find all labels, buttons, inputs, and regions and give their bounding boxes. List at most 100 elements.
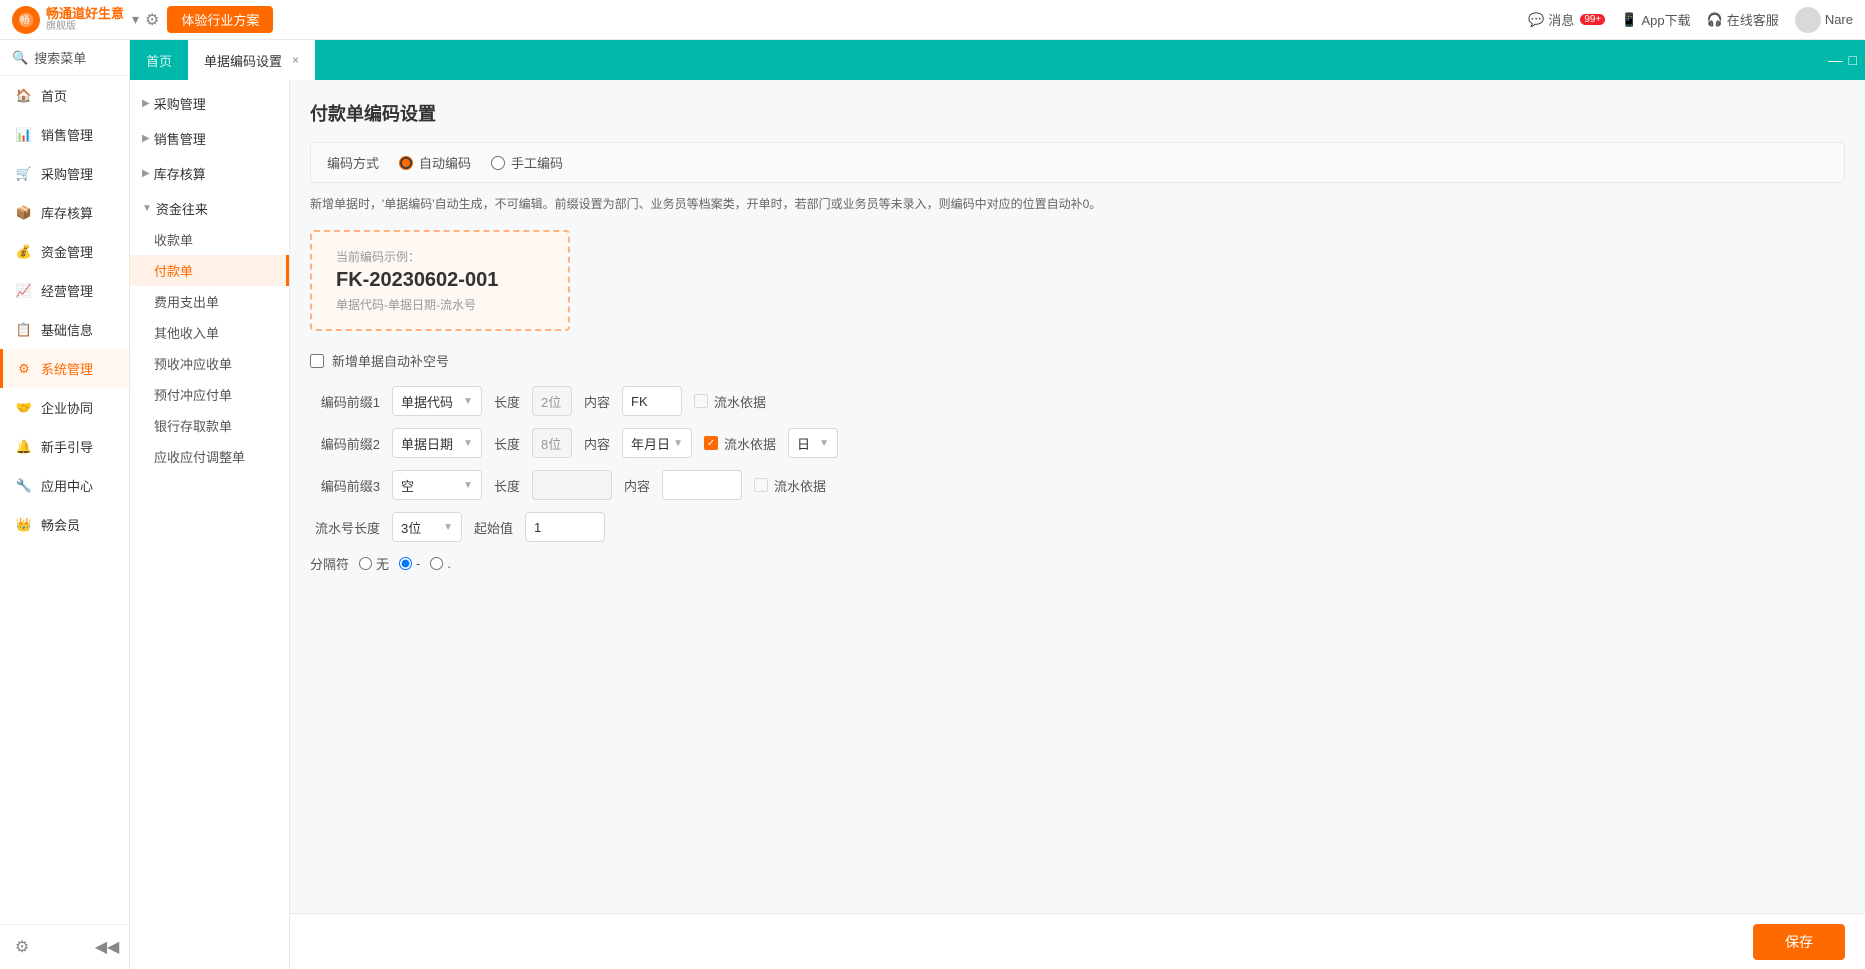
serial-length-select[interactable]: 3位 ▼	[392, 512, 462, 542]
logo: 畅 畅通道好生意 旗舰版	[12, 6, 124, 34]
prefix3-serial-checkbox[interactable]	[754, 478, 768, 492]
sep-dot-label[interactable]: .	[430, 556, 451, 571]
tab-close-icon[interactable]: ×	[292, 53, 299, 67]
messages-item[interactable]: 💬 消息 99+	[1528, 10, 1605, 29]
sep-none-label[interactable]: 无	[359, 554, 389, 573]
settings-bottom-btn[interactable]: ⚙	[8, 933, 36, 961]
auto-encode-label[interactable]: 自动编码	[399, 153, 471, 172]
sidebar-item-sales[interactable]: 📊 销售管理	[0, 115, 129, 154]
svg-text:畅: 畅	[20, 13, 30, 26]
prefix2-content-select[interactable]: 年月日 ▼	[622, 428, 692, 458]
sidebar-item-newguide[interactable]: 🔔 新手引导	[0, 427, 129, 466]
encoding-label: 编码方式	[327, 153, 379, 172]
collapse-btn[interactable]: ◀◀	[93, 933, 121, 961]
sec-item-advance-receivable[interactable]: 预收冲应收单	[130, 348, 289, 379]
enterprise-icon: 🤝	[15, 399, 33, 417]
prefix3-length-label: 长度	[494, 476, 520, 495]
arrow-purchase: ▶	[142, 98, 150, 109]
sidebar-item-member[interactable]: 👑 畅会员	[0, 505, 129, 544]
sep-dash-label[interactable]: -	[399, 556, 420, 571]
prefix2-serial-unit-select[interactable]: 日 ▼	[788, 428, 838, 458]
sec-item-advance-payable[interactable]: 预付冲应付单	[130, 379, 289, 410]
promote-button[interactable]: 体验行业方案	[167, 6, 273, 33]
prefix2-serial-checkbox[interactable]	[704, 436, 718, 450]
minimize-icon[interactable]: —	[1829, 52, 1843, 68]
prefix1-serial-checkbox[interactable]	[694, 394, 708, 408]
sec-item-other-income[interactable]: 其他收入单	[130, 317, 289, 348]
prefix2-row: 编码前缀2 单据日期 ▼ 长度 8位 内容 年月日 ▼	[310, 428, 1845, 458]
online-service-item[interactable]: 🎧 在线客服	[1707, 10, 1779, 29]
sidebar-item-finance[interactable]: 💰 资金管理	[0, 232, 129, 271]
prefix1-select[interactable]: 单据代码 ▼	[392, 386, 482, 416]
sec-item-receipt[interactable]: 收款单	[130, 224, 289, 255]
dropdown-arrow[interactable]: ▾	[132, 11, 139, 28]
page-title: 付款单编码设置	[310, 100, 1845, 126]
sec-item-ap-adjust[interactable]: 应收应付调整单	[130, 441, 289, 472]
sec-item-payment[interactable]: 付款单	[130, 255, 289, 286]
sec-group-sales: ▶ 销售管理	[130, 123, 289, 154]
tab-home[interactable]: 首页	[130, 40, 188, 80]
encoding-method: 编码方式 自动编码 手工编码	[310, 142, 1845, 183]
sec-header-sales[interactable]: ▶ 销售管理	[130, 123, 289, 154]
auto-fill-row: 新增单据自动补空号	[310, 351, 1845, 370]
sidebar-item-appcenter[interactable]: 🔧 应用中心	[0, 466, 129, 505]
prefix3-label: 编码前缀3	[310, 476, 380, 495]
inventory-icon: 📦	[15, 204, 33, 222]
sec-item-expense[interactable]: 费用支出单	[130, 286, 289, 317]
sidebar-item-inventory[interactable]: 📦 库存核算	[0, 193, 129, 232]
arrow-fund: ▼	[142, 203, 152, 214]
sidebar-item-purchase[interactable]: 🛒 采购管理	[0, 154, 129, 193]
preview-code: FK-20230602-001	[336, 269, 544, 292]
search-menu[interactable]: 🔍 搜索菜单	[0, 40, 129, 76]
sep-dash-radio[interactable]	[399, 557, 412, 570]
sep-dot-radio[interactable]	[430, 557, 443, 570]
bottom-bar: 保存	[290, 913, 1865, 969]
sec-header-purchase[interactable]: ▶ 采购管理	[130, 88, 289, 119]
prefix1-label: 编码前缀1	[310, 392, 380, 411]
basic-icon: 📋	[15, 321, 33, 339]
sidebar-item-home[interactable]: 🏠 首页	[0, 76, 129, 115]
home-icon: 🏠	[15, 87, 33, 105]
info-text: 新增单据时，'单据编码'自动生成，不可编辑。前缀设置为部门、业务员等档案类，开单…	[310, 195, 1845, 214]
sep-none-radio[interactable]	[359, 557, 372, 570]
preview-label: 当前编码示例：	[336, 248, 544, 265]
sec-header-fund[interactable]: ▼ 资金往来	[130, 193, 289, 224]
logo-text: 畅通道好生意 旗舰版	[46, 6, 124, 34]
sidebar-item-system[interactable]: ⚙ 系统管理	[0, 349, 129, 388]
sec-header-inventory[interactable]: ▶ 库存核算	[130, 158, 289, 189]
manual-encode-label[interactable]: 手工编码	[491, 153, 563, 172]
app-download-item[interactable]: 📱 App下载	[1621, 10, 1690, 29]
sec-group-inventory: ▶ 库存核算	[130, 158, 289, 189]
maximize-icon[interactable]: □	[1849, 52, 1857, 68]
sidebar-item-basic[interactable]: 📋 基础信息	[0, 310, 129, 349]
sec-item-bank-deposit[interactable]: 银行存取款单	[130, 410, 289, 441]
auto-encode-radio[interactable]	[399, 156, 413, 170]
settings-icon[interactable]: ⚙	[145, 10, 159, 30]
separator-row: 分隔符 无 - .	[310, 554, 1845, 573]
prefix2-arrow: ▼	[463, 438, 473, 449]
save-button[interactable]: 保存	[1753, 924, 1845, 960]
prefix3-row: 编码前缀3 空 ▼ 长度 内容	[310, 470, 1845, 500]
prefix2-unit-arrow: ▼	[819, 438, 829, 449]
user-item[interactable]: Nare	[1795, 7, 1853, 33]
download-icon: 📱	[1621, 12, 1637, 28]
prefix1-length-label: 长度	[494, 392, 520, 411]
main-content: 付款单编码设置 编码方式 自动编码 手工编码	[290, 80, 1865, 913]
tab-serial-setting[interactable]: 单据编码设置 ×	[188, 40, 315, 80]
prefix1-serial-check: 流水依据	[694, 392, 766, 411]
manual-encode-radio[interactable]	[491, 156, 505, 170]
message-badge: 99+	[1580, 14, 1605, 25]
sidebar-item-enterprise[interactable]: 🤝 企业协同	[0, 388, 129, 427]
prefix2-select[interactable]: 单据日期 ▼	[392, 428, 482, 458]
prefix3-select[interactable]: 空 ▼	[392, 470, 482, 500]
prefix1-length: 2位	[532, 386, 572, 416]
auto-fill-checkbox[interactable]	[310, 354, 324, 368]
sidebar-item-operation[interactable]: 📈 经营管理	[0, 271, 129, 310]
serial-length-arrow: ▼	[443, 522, 453, 533]
main-layout: 🔍 搜索菜单 🏠 首页 📊 销售管理 🛒 采购管理 📦 库存核算 💰 资金管理 …	[0, 40, 1865, 969]
logo-icon: 畅	[12, 6, 40, 34]
prefix3-arrow: ▼	[463, 480, 473, 491]
purchase-icon: 🛒	[15, 165, 33, 183]
top-bar: 畅 畅通道好生意 旗舰版 ▾ ⚙ 体验行业方案 💬 消息 99+ 📱 App下载…	[0, 0, 1865, 40]
start-value-input[interactable]: 1	[525, 512, 605, 542]
